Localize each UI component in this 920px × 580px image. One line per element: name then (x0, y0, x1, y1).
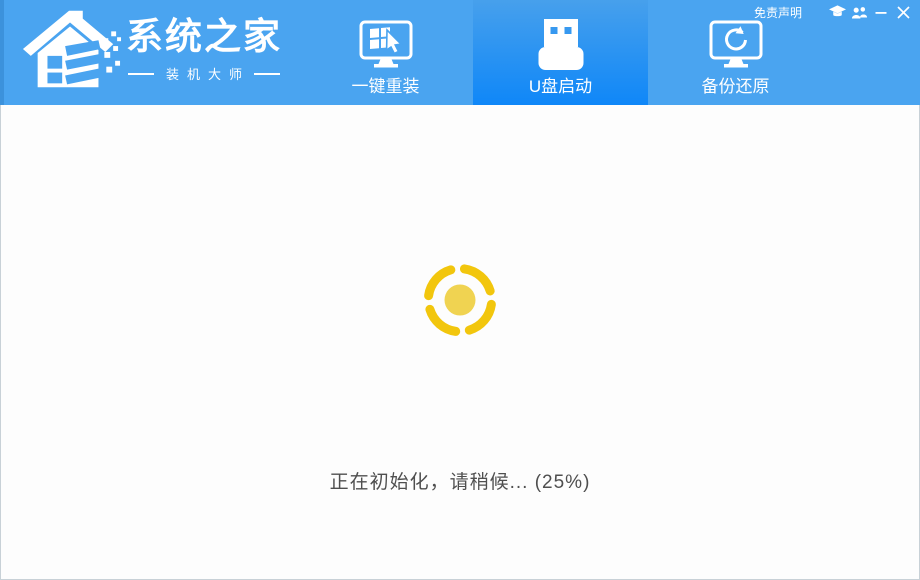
monitor-restore-icon (708, 19, 764, 71)
monitor-windows-icon (358, 19, 414, 71)
tab-usb-boot[interactable]: U盘启动 (473, 0, 648, 105)
titlebar-controls: 免责声明 (754, 0, 914, 24)
logo-text: 系统之家 装机大师 (126, 17, 282, 84)
users-icon[interactable] (848, 1, 870, 23)
subtitle-left-dash (128, 73, 154, 75)
loading-spinner-icon (417, 257, 503, 343)
disclaimer-link[interactable]: 免责声明 (754, 4, 802, 21)
content-area: 正在初始化，请稍候... (25%) (0, 105, 920, 580)
tab-one-key-reinstall[interactable]: 一键重装 (298, 0, 473, 105)
status-text: 正在初始化，请稍候... (25%) (1, 467, 919, 494)
house-logo-icon (20, 6, 122, 94)
subtitle-right-dash (254, 73, 280, 75)
graduation-cap-icon[interactable] (826, 1, 848, 23)
app-header: 系统之家 装机大师 (0, 0, 920, 105)
close-icon[interactable] (892, 1, 914, 23)
logo-subtitle: 装机大师 (128, 64, 280, 83)
app-logo: 系统之家 装机大师 (20, 6, 282, 94)
tab-label: 备份还原 (702, 78, 770, 95)
logo-title: 系统之家 (126, 17, 282, 58)
tab-label: U盘启动 (529, 78, 592, 95)
main-tabs: 一键重装 U盘启动 备份还原 (298, 0, 823, 105)
usb-drive-icon (538, 19, 584, 71)
tab-label: 一键重装 (352, 78, 420, 95)
app-window: 系统之家 装机大师 (0, 0, 920, 580)
logo-subtitle-text: 装机大师 (166, 64, 250, 83)
minimize-icon[interactable] (870, 1, 892, 23)
